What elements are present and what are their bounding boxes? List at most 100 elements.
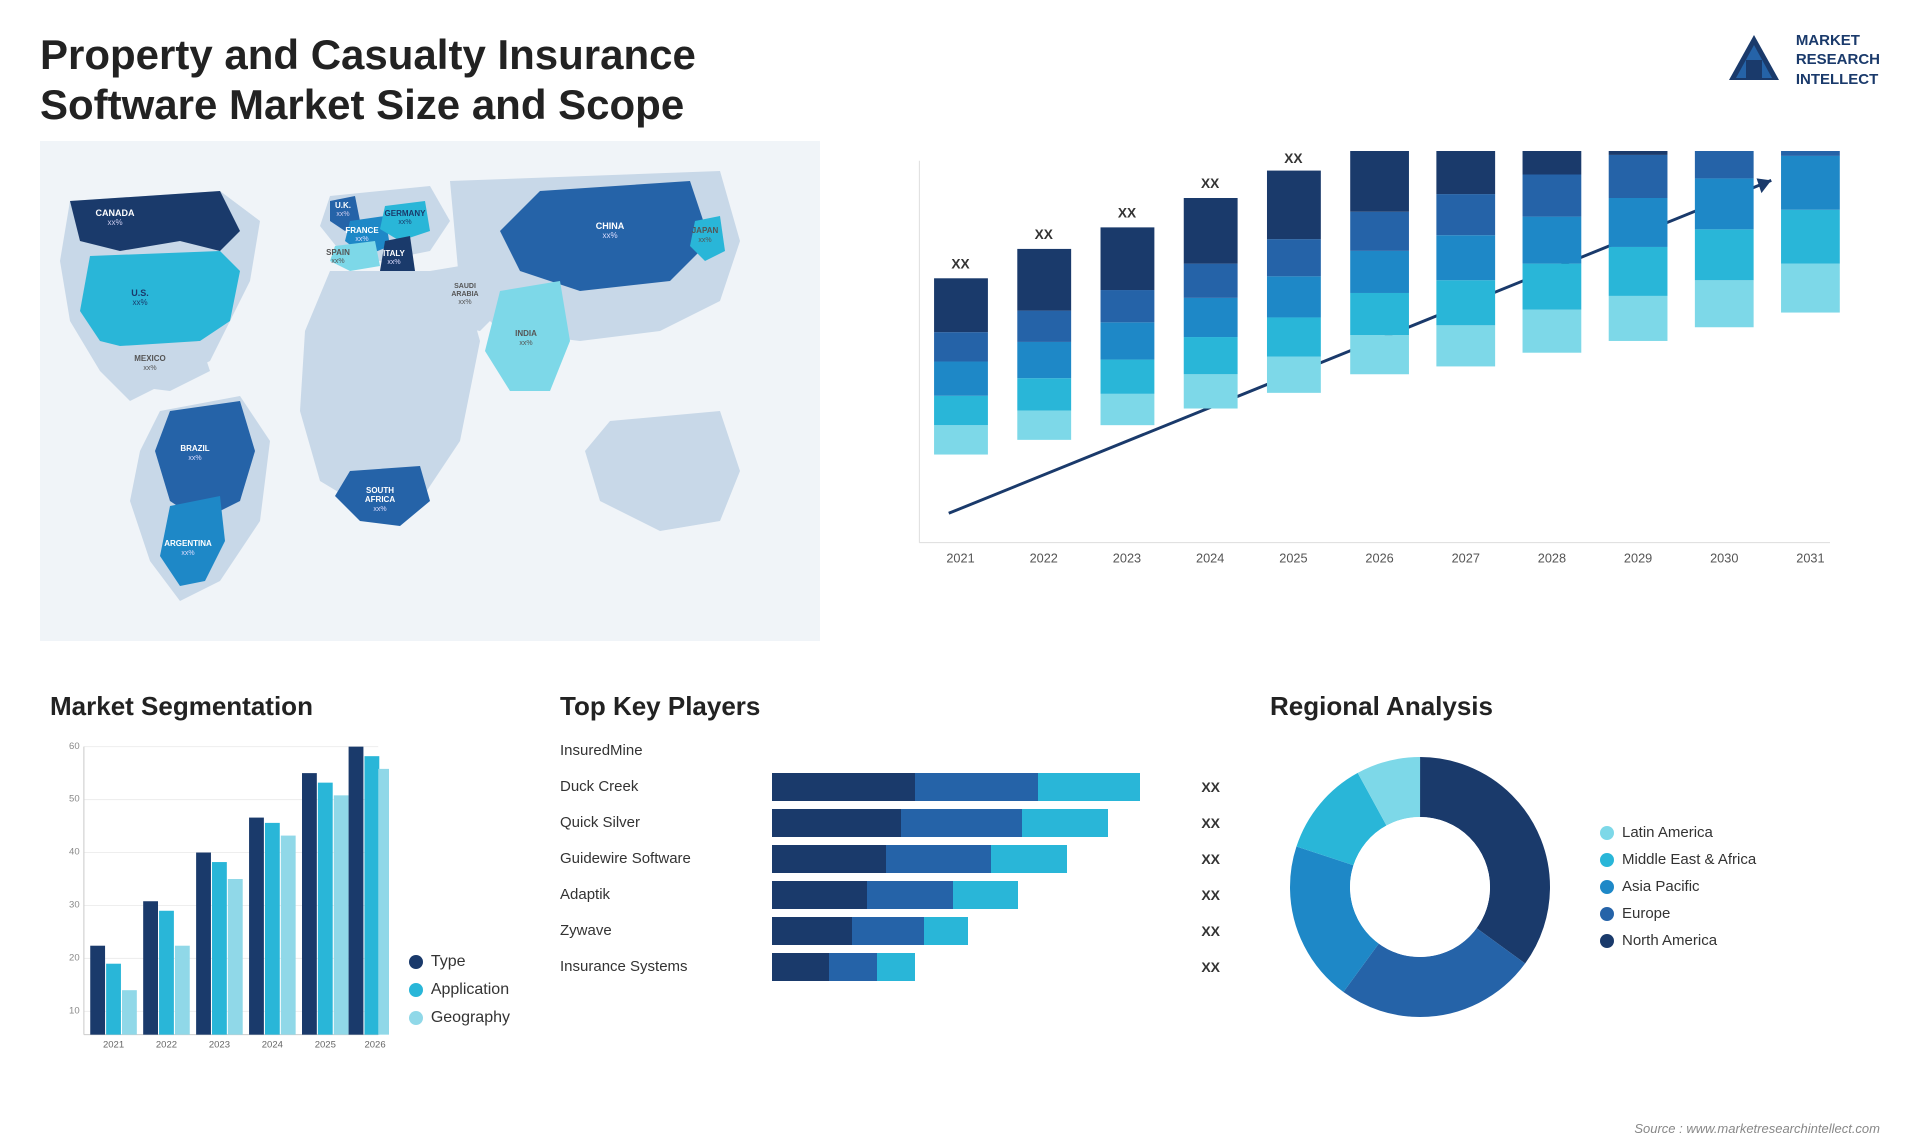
- svg-text:U.K.: U.K.: [335, 201, 351, 210]
- svg-text:GERMANY: GERMANY: [385, 209, 427, 218]
- svg-text:xx%: xx%: [336, 211, 349, 218]
- legend-europe: Europe: [1600, 905, 1756, 922]
- svg-text:2027: 2027: [1452, 550, 1480, 565]
- europe-dot: [1600, 907, 1614, 921]
- list-item: InsuredMine: [560, 737, 1220, 765]
- svg-text:20: 20: [69, 952, 80, 963]
- players-title: Top Key Players: [560, 691, 1220, 722]
- svg-text:JAPAN: JAPAN: [692, 226, 719, 235]
- svg-text:XX: XX: [1118, 205, 1137, 220]
- player-name: InsuredMine: [560, 742, 760, 759]
- svg-text:xx%: xx%: [188, 455, 201, 462]
- regional-section: Regional Analysis Latin America: [1260, 681, 1880, 1101]
- player-value: XX: [1201, 959, 1220, 975]
- player-bar-container: [772, 917, 1181, 945]
- seg-chart: 60 50 40 30 20 10: [50, 737, 389, 1057]
- player-name: Zywave: [560, 922, 760, 939]
- players-section: Top Key Players InsuredMine Duck Creek: [550, 681, 1230, 1101]
- donut-container: Latin America Middle East & Africa Asia …: [1270, 737, 1870, 1037]
- list-item: Zywave XX: [560, 917, 1220, 945]
- svg-text:xx%: xx%: [331, 258, 344, 265]
- player-name: Insurance Systems: [560, 958, 760, 975]
- player-name: Guidewire Software: [560, 850, 760, 867]
- svg-text:xx%: xx%: [107, 218, 122, 227]
- mea-dot: [1600, 853, 1614, 867]
- player-bar-container: [772, 845, 1181, 873]
- svg-text:2022: 2022: [156, 1039, 177, 1050]
- svg-text:FRANCE: FRANCE: [345, 226, 379, 235]
- player-name: Adaptik: [560, 886, 760, 903]
- north-america-dot: [1600, 934, 1614, 948]
- svg-text:BRAZIL: BRAZIL: [180, 444, 209, 453]
- player-name: Duck Creek: [560, 778, 760, 795]
- source-text: Source : www.marketresearchintellect.com: [1634, 1121, 1880, 1136]
- svg-text:2024: 2024: [262, 1039, 284, 1050]
- svg-text:40: 40: [69, 846, 80, 857]
- list-item: Adaptik XX: [560, 881, 1220, 909]
- page-title: Property and Casualty Insurance Software…: [40, 30, 840, 131]
- seg-legend: Type Application Geography: [409, 953, 510, 1057]
- legend-latin-america: Latin America: [1600, 824, 1756, 841]
- svg-text:INDIA: INDIA: [515, 329, 537, 338]
- main-content: CANADA xx% U.S. xx% MEXICO xx% BRAZIL xx…: [0, 141, 1920, 1101]
- svg-text:2021: 2021: [103, 1039, 124, 1050]
- mea-label: Middle East & Africa: [1622, 851, 1756, 868]
- regional-title: Regional Analysis: [1270, 691, 1870, 722]
- svg-text:xx%: xx%: [698, 237, 711, 244]
- svg-text:MEXICO: MEXICO: [134, 354, 166, 363]
- svg-text:XX: XX: [1284, 151, 1303, 166]
- seg-chart-svg: 60 50 40 30 20 10: [50, 737, 389, 1057]
- svg-text:2023: 2023: [1113, 550, 1141, 565]
- svg-text:xx%: xx%: [373, 506, 386, 513]
- svg-text:2023: 2023: [209, 1039, 230, 1050]
- svg-text:CHINA: CHINA: [596, 221, 625, 231]
- donut-chart: [1270, 737, 1570, 1037]
- svg-text:AFRICA: AFRICA: [365, 495, 395, 504]
- player-value: XX: [1201, 923, 1220, 939]
- legend-north-america: North America: [1600, 932, 1756, 949]
- seg-chart-container: 60 50 40 30 20 10: [50, 737, 510, 1057]
- geography-dot: [409, 1011, 423, 1025]
- players-list: InsuredMine Duck Creek XX: [560, 737, 1220, 981]
- svg-text:XX: XX: [1201, 176, 1220, 191]
- top-row: CANADA xx% U.S. xx% MEXICO xx% BRAZIL xx…: [40, 141, 1880, 661]
- segmentation-title: Market Segmentation: [50, 691, 510, 722]
- list-item: Quick Silver XX: [560, 809, 1220, 837]
- svg-text:2025: 2025: [315, 1039, 336, 1050]
- player-bar-container: [772, 953, 1181, 981]
- svg-text:xx%: xx%: [143, 365, 156, 372]
- player-value: XX: [1201, 887, 1220, 903]
- svg-text:2022: 2022: [1030, 550, 1058, 565]
- header: Property and Casualty Insurance Software…: [0, 0, 1920, 141]
- svg-text:2021: 2021: [946, 550, 974, 565]
- logo: MARKET RESEARCH INTELLECT: [1724, 30, 1880, 90]
- svg-text:CANADA: CANADA: [96, 208, 135, 218]
- type-dot: [409, 955, 423, 969]
- player-value: XX: [1201, 851, 1220, 867]
- asia-pacific-label: Asia Pacific: [1622, 878, 1700, 895]
- bottom-row: Market Segmentation 60 50 40 30 20 10: [40, 681, 1880, 1101]
- svg-text:xx%: xx%: [602, 231, 617, 240]
- svg-text:ARGENTINA: ARGENTINA: [164, 539, 212, 548]
- type-label: Type: [431, 953, 466, 971]
- player-value: XX: [1201, 815, 1220, 831]
- player-bar-container: [772, 737, 1220, 765]
- application-dot: [409, 983, 423, 997]
- north-america-label: North America: [1622, 932, 1717, 949]
- svg-text:2026: 2026: [364, 1039, 385, 1050]
- svg-text:XX: XX: [1035, 227, 1054, 242]
- svg-text:xx%: xx%: [387, 259, 400, 266]
- map-section: CANADA xx% U.S. xx% MEXICO xx% BRAZIL xx…: [40, 141, 820, 661]
- svg-text:10: 10: [69, 1005, 80, 1016]
- svg-text:xx%: xx%: [355, 236, 368, 243]
- svg-text:2031: 2031: [1796, 550, 1824, 565]
- europe-label: Europe: [1622, 905, 1670, 922]
- svg-text:xx%: xx%: [398, 219, 411, 226]
- svg-text:SAUDI: SAUDI: [454, 283, 476, 290]
- svg-text:xx%: xx%: [519, 340, 532, 347]
- svg-text:2028: 2028: [1538, 550, 1566, 565]
- player-bar-container: [772, 881, 1181, 909]
- application-label: Application: [431, 981, 509, 999]
- world-map: CANADA xx% U.S. xx% MEXICO xx% BRAZIL xx…: [40, 141, 820, 641]
- svg-text:xx%: xx%: [181, 550, 194, 557]
